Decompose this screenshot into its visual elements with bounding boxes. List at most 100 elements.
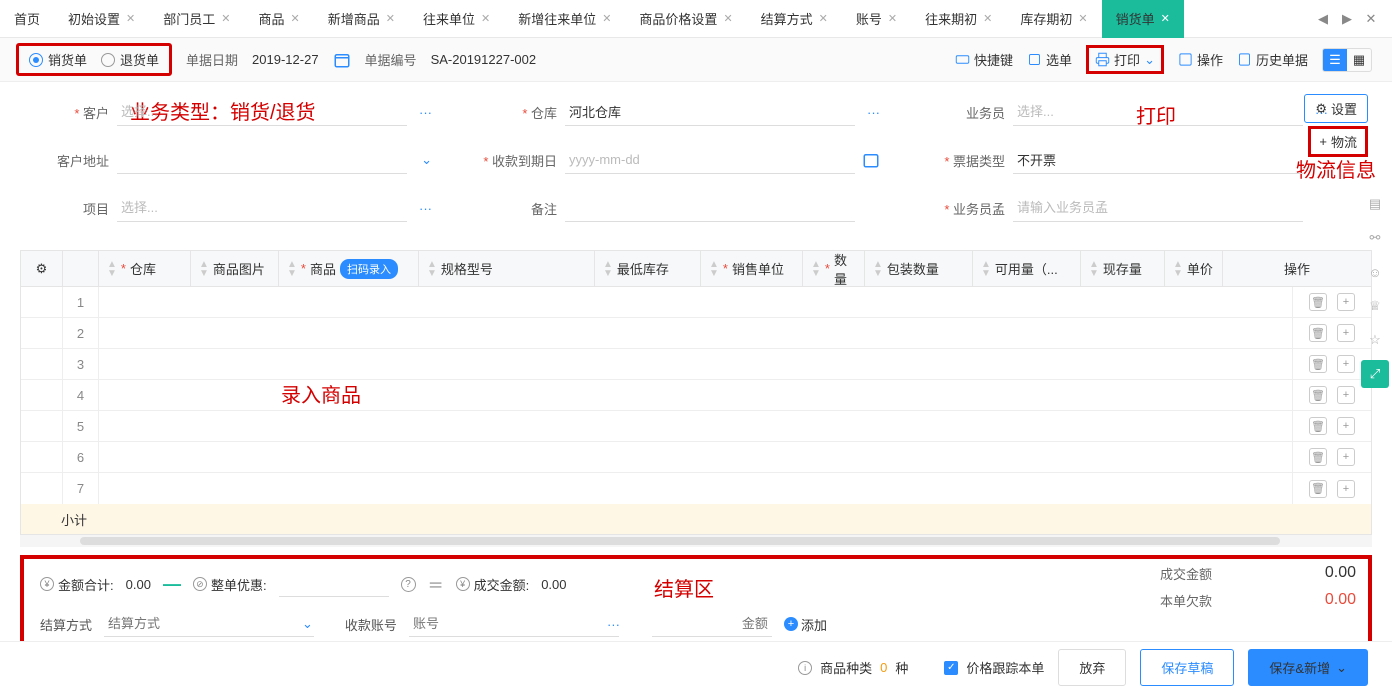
close-icon[interactable]: ✕ (819, 12, 828, 25)
add-row-icon[interactable]: + (1337, 386, 1355, 404)
history-button[interactable]: 历史单据 (1237, 50, 1308, 69)
invoice-input[interactable] (1013, 146, 1303, 174)
warehouse-input[interactable] (565, 98, 855, 126)
tab-account[interactable]: 账号✕ (842, 0, 911, 38)
view-grid-icon[interactable]: ▦ (1347, 49, 1371, 71)
tab-newcontact[interactable]: 新增往来单位✕ (504, 0, 625, 38)
col-gear[interactable]: ⚙ (21, 251, 63, 286)
tab-dept[interactable]: 部门员工✕ (149, 0, 244, 38)
select-button[interactable]: 选单 (1027, 50, 1072, 69)
h-scrollbar[interactable] (20, 535, 1372, 547)
add-payment-button[interactable]: +添加 (784, 615, 827, 634)
table-row[interactable]: 2🗑+ (21, 318, 1371, 349)
amount-input[interactable] (652, 611, 772, 637)
close-icon[interactable]: ✕ (221, 12, 230, 25)
delete-icon[interactable]: 🗑 (1309, 386, 1327, 404)
scan-entry-tag[interactable]: 扫码录入 (340, 259, 398, 279)
side-user-icon[interactable]: ☺ (1361, 258, 1389, 286)
close-icon[interactable]: ✕ (1161, 12, 1170, 25)
view-toggle[interactable]: ☰▦ (1322, 48, 1372, 72)
print-button[interactable]: 打印⌄ (1086, 45, 1164, 74)
add-row-icon[interactable]: + (1337, 480, 1355, 498)
addr-input[interactable] (117, 146, 407, 174)
account-picker-icon[interactable]: ··· (607, 617, 620, 632)
tab-contact[interactable]: 往来单位✕ (409, 0, 504, 38)
side-link-icon[interactable]: ⚯ (1361, 224, 1389, 252)
side-crown-icon[interactable]: ♕ (1361, 292, 1389, 320)
track-checkbox[interactable]: ✓ (944, 661, 958, 675)
close-icon[interactable]: ✕ (1078, 12, 1087, 25)
side-expand-icon[interactable]: ⤢ (1361, 360, 1389, 388)
table-row[interactable]: 6🗑+ (21, 442, 1371, 473)
chevron-down-icon[interactable]: ⌄ (302, 616, 313, 632)
project-input[interactable] (117, 194, 407, 222)
close-icon[interactable]: ✕ (888, 12, 897, 25)
col-minstock[interactable]: ▲▼最低库存 (595, 251, 701, 286)
abandon-button[interactable]: 放弃 (1058, 649, 1126, 686)
add-row-icon[interactable]: + (1337, 293, 1355, 311)
method-input[interactable] (104, 611, 314, 637)
tab-init[interactable]: 初始设置✕ (54, 0, 149, 38)
close-icon[interactable]: ✕ (126, 12, 135, 25)
view-list-icon[interactable]: ☰ (1323, 49, 1347, 71)
col-warehouse[interactable]: ▲▼*仓库 (99, 251, 191, 286)
col-spec[interactable]: ▲▼规格型号 (419, 251, 595, 286)
col-price[interactable]: ▲▼单价 (1165, 251, 1223, 286)
chevron-down-icon[interactable]: ⌄ (421, 152, 432, 168)
table-row[interactable]: 1🗑+ (21, 287, 1371, 318)
add-row-icon[interactable]: + (1337, 324, 1355, 342)
tab-home[interactable]: 首页 (0, 0, 54, 38)
tab-newgoods[interactable]: 新增商品✕ (314, 0, 409, 38)
discount-input[interactable] (279, 571, 389, 597)
col-image[interactable]: ▲▼商品图片 (191, 251, 279, 286)
side-star-icon[interactable]: ☆ (1361, 326, 1389, 354)
close-icon[interactable]: ✕ (481, 12, 490, 25)
close-icon[interactable]: ✕ (723, 12, 732, 25)
tab-closeall-icon[interactable]: ✕ (1360, 8, 1382, 30)
project-picker-icon[interactable]: ··· (415, 201, 436, 216)
close-icon[interactable]: ✕ (983, 12, 992, 25)
table-row[interactable]: 7🗑+ (21, 473, 1371, 504)
doc-date-value[interactable]: 2019-12-27 (252, 52, 319, 67)
add-row-icon[interactable]: + (1337, 355, 1355, 373)
tab-stockinit[interactable]: 库存期初✕ (1006, 0, 1101, 38)
side-doc-icon[interactable]: ▤ (1361, 190, 1389, 218)
tab-settle[interactable]: 结算方式✕ (747, 0, 842, 38)
delete-icon[interactable]: 🗑 (1309, 293, 1327, 311)
col-pack[interactable]: ▲▼包装数量 (865, 251, 973, 286)
delete-icon[interactable]: 🗑 (1309, 324, 1327, 342)
col-qty[interactable]: ▲▼*数量 (803, 251, 865, 286)
operate-button[interactable]: 操作 (1178, 50, 1223, 69)
add-row-icon[interactable]: + (1337, 448, 1355, 466)
radio-sales[interactable]: 销货单 (29, 50, 87, 69)
paydue-input[interactable] (565, 146, 855, 174)
close-icon[interactable]: ✕ (602, 12, 611, 25)
col-stock[interactable]: ▲▼现存量 (1081, 251, 1165, 286)
help-icon[interactable]: ? (401, 577, 416, 592)
table-row[interactable]: 4🗑+ (21, 380, 1371, 411)
remark-input[interactable] (565, 194, 855, 222)
hotkey-button[interactable]: 快捷键 (955, 50, 1013, 69)
account-input[interactable] (409, 611, 619, 637)
delete-icon[interactable]: 🗑 (1309, 355, 1327, 373)
close-icon[interactable]: ✕ (386, 12, 395, 25)
warehouse-picker-icon[interactable]: ··· (863, 105, 884, 120)
delete-icon[interactable]: 🗑 (1309, 448, 1327, 466)
col-unit[interactable]: ▲▼*销售单位 (701, 251, 803, 286)
save-draft-button[interactable]: 保存草稿 (1140, 649, 1234, 686)
salesman-input[interactable] (1013, 98, 1303, 126)
customer-picker-icon[interactable]: ··· (415, 105, 436, 120)
table-row[interactable]: 5🗑+ (21, 411, 1371, 442)
customer-input[interactable] (117, 98, 407, 126)
tab-prev-icon[interactable]: ◀ (1312, 8, 1334, 30)
tab-next-icon[interactable]: ▶ (1336, 8, 1358, 30)
calendar-icon[interactable] (333, 51, 351, 69)
calendar-icon[interactable] (862, 151, 880, 169)
meng-input[interactable] (1013, 194, 1303, 222)
col-avail[interactable]: ▲▼可用量（... (973, 251, 1081, 286)
save-new-button[interactable]: 保存&新增⌄ (1248, 649, 1368, 686)
tab-goods[interactable]: 商品✕ (244, 0, 313, 38)
close-icon[interactable]: ✕ (291, 12, 300, 25)
salesman-picker-icon[interactable]: ··· (1311, 105, 1332, 120)
radio-return[interactable]: 退货单 (101, 50, 159, 69)
